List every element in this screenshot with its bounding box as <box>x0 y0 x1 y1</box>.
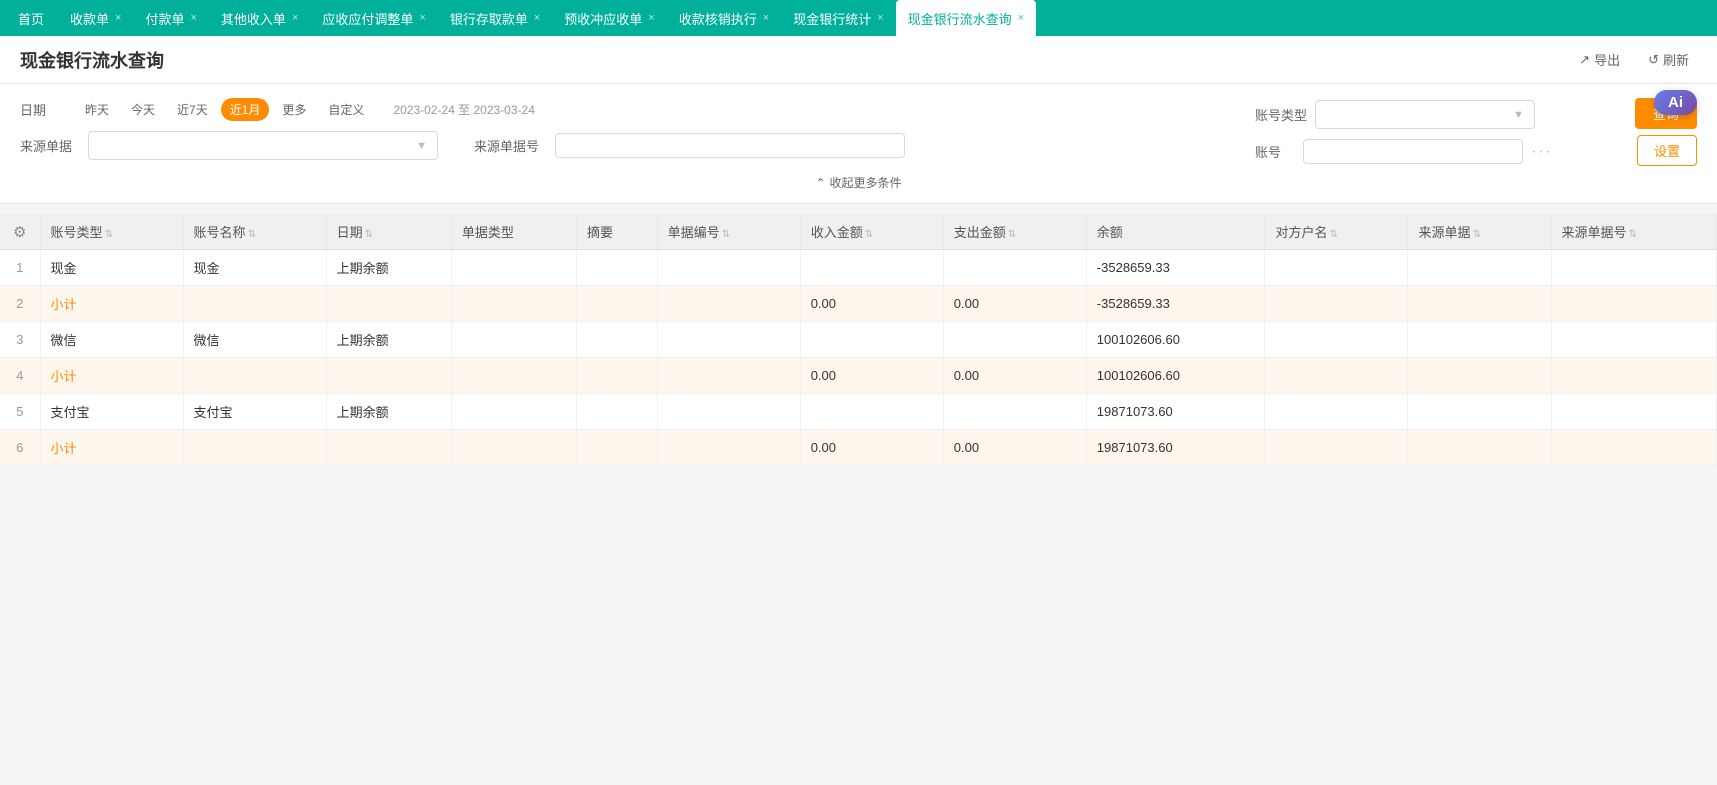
col-counterpart: 对方户名⇅ <box>1265 214 1408 250</box>
nav-tab-tiaozhendan[interactable]: 应收应付调整单 × <box>310 0 437 36</box>
source-doc-label: 来源单据 <box>20 136 72 155</box>
data-table: ⚙ 账号类型⇅ 账号名称⇅ 日期⇅ 单据类型 摘要 单据编号⇅ 收入金额⇅ 支出… <box>0 214 1717 466</box>
col-balance: 余额 <box>1086 214 1265 250</box>
account-more-icon[interactable]: ··· <box>1531 143 1553 161</box>
table-row[interactable]: 4小计0.000.00100102606.60 <box>0 358 1717 394</box>
filter-group-account: 账号 ··· <box>1255 139 1615 164</box>
close-icon[interactable]: × <box>419 12 425 24</box>
settings-icon[interactable]: ⚙ <box>13 224 26 241</box>
sort-icon[interactable]: ⇅ <box>722 229 730 240</box>
refresh-button[interactable]: ↺ 刷新 <box>1640 46 1697 73</box>
ai-badge[interactable]: Ai <box>1654 90 1697 115</box>
date-btn-custom[interactable]: 自定义 <box>319 98 373 121</box>
sort-icon[interactable]: ⇅ <box>1008 229 1016 240</box>
nav-tab-yinhang[interactable]: 银行存取款单 × <box>438 0 552 36</box>
date-btn-1month[interactable]: 近1月 <box>221 98 270 121</box>
nav-tab-tongji[interactable]: 现金银行统计 × <box>781 0 895 36</box>
date-btn-yesterday[interactable]: 昨天 <box>76 98 118 121</box>
source-doc-no-input[interactable] <box>555 133 905 158</box>
nav-home[interactable]: 首页 <box>4 0 58 36</box>
col-source-doc-no: 来源单据号⇅ <box>1551 214 1716 250</box>
account-input[interactable] <box>1303 139 1523 164</box>
filter-group-account-type: 账号类型 ▼ <box>1255 100 1615 129</box>
date-range: 2023-02-24 至 2023-03-24 <box>393 101 534 118</box>
date-label: 日期 <box>20 100 60 119</box>
close-icon[interactable]: × <box>1018 12 1024 24</box>
nav-tab-fukuan[interactable]: 付款单 × <box>133 0 208 36</box>
nav-tab-qitashouru[interactable]: 其他收入单 × <box>209 0 310 36</box>
sort-icon[interactable]: ⇅ <box>248 229 256 240</box>
settings-button[interactable]: 设置 <box>1637 135 1697 166</box>
date-shortcuts: 昨天 今天 近7天 近1月 更多 自定义 <box>76 98 373 121</box>
page-header: 现金银行流水查询 ↗ 导出 ↺ 刷新 <box>0 36 1717 84</box>
col-summary: 摘要 <box>577 214 658 250</box>
export-icon: ↗ <box>1579 52 1590 68</box>
close-icon[interactable]: × <box>292 12 298 24</box>
refresh-icon: ↺ <box>1648 52 1659 68</box>
col-doc-no: 单据编号⇅ <box>657 214 800 250</box>
nav-tab-liushui[interactable]: 现金银行流水查询 × <box>896 0 1036 36</box>
filter-area: 日期 昨天 今天 近7天 近1月 更多 自定义 2023-02-24 至 202… <box>0 84 1717 204</box>
close-icon[interactable]: × <box>763 12 769 24</box>
col-income: 收入金额⇅ <box>800 214 943 250</box>
header-actions: ↗ 导出 ↺ 刷新 <box>1571 46 1697 73</box>
source-doc-no-label: 来源单据号 <box>474 136 539 155</box>
chevron-down-icon: ▼ <box>1513 109 1524 121</box>
export-button[interactable]: ↗ 导出 <box>1571 46 1628 73</box>
page-title: 现金银行流水查询 <box>20 47 164 73</box>
table-container: ⚙ 账号类型⇅ 账号名称⇅ 日期⇅ 单据类型 摘要 单据编号⇅ 收入金额⇅ 支出… <box>0 214 1717 466</box>
sort-icon[interactable]: ⇅ <box>105 229 113 240</box>
close-icon[interactable]: × <box>877 12 883 24</box>
source-doc-select[interactable]: ▼ <box>88 131 438 160</box>
col-account-type: 账号类型⇅ <box>40 214 183 250</box>
account-label: 账号 <box>1255 142 1295 161</box>
close-icon[interactable]: × <box>534 12 540 24</box>
collapse-bar[interactable]: ⌃ 收起更多条件 <box>20 170 1697 193</box>
nav-tab-yushou[interactable]: 预收冲应收单 × <box>552 0 666 36</box>
table-row[interactable]: 6小计0.000.0019871073.60 <box>0 430 1717 466</box>
filter-row-source: 来源单据 ▼ 来源单据号 <box>20 131 1235 160</box>
col-settings[interactable]: ⚙ <box>0 214 40 250</box>
collapse-icon: ⌃ <box>815 176 825 190</box>
col-account-name: 账号名称⇅ <box>183 214 326 250</box>
date-btn-more[interactable]: 更多 <box>273 98 315 121</box>
table-row[interactable]: 5支付宝支付宝上期余额19871073.60 <box>0 394 1717 430</box>
filter-row-date: 日期 昨天 今天 近7天 近1月 更多 自定义 2023-02-24 至 202… <box>20 98 1235 121</box>
sort-icon[interactable]: ⇅ <box>365 229 373 240</box>
col-date: 日期⇅ <box>326 214 451 250</box>
sort-icon[interactable]: ⇅ <box>1329 229 1337 240</box>
col-source-doc: 来源单据⇅ <box>1408 214 1551 250</box>
account-type-label: 账号类型 <box>1255 105 1307 124</box>
account-type-value <box>1326 105 1339 124</box>
col-doc-type: 单据类型 <box>451 214 576 250</box>
date-btn-today[interactable]: 今天 <box>122 98 164 121</box>
close-icon[interactable]: × <box>648 12 654 24</box>
sort-icon[interactable]: ⇅ <box>1629 229 1637 240</box>
close-icon[interactable]: × <box>190 12 196 24</box>
sort-icon[interactable]: ⇅ <box>865 229 873 240</box>
top-nav: 首页 收款单 × 付款单 × 其他收入单 × 应收应付调整单 × 银行存取款单 … <box>0 0 1717 36</box>
table-row[interactable]: 1现金现金上期余额-3528659.33 <box>0 250 1717 286</box>
table-row[interactable]: 2小计0.000.00-3528659.33 <box>0 286 1717 322</box>
sort-icon[interactable]: ⇅ <box>1473 229 1481 240</box>
date-btn-7days[interactable]: 近7天 <box>168 98 217 121</box>
nav-tab-hexiao[interactable]: 收款核销执行 × <box>667 0 781 36</box>
col-expense: 支出金额⇅ <box>943 214 1086 250</box>
chevron-down-icon: ▼ <box>416 140 427 152</box>
nav-tab-shoudan[interactable]: 收款单 × <box>58 0 133 36</box>
close-icon[interactable]: × <box>115 12 121 24</box>
source-doc-value <box>99 136 112 155</box>
table-row[interactable]: 3微信微信上期余额100102606.60 <box>0 322 1717 358</box>
account-type-select[interactable]: ▼ <box>1315 100 1535 129</box>
